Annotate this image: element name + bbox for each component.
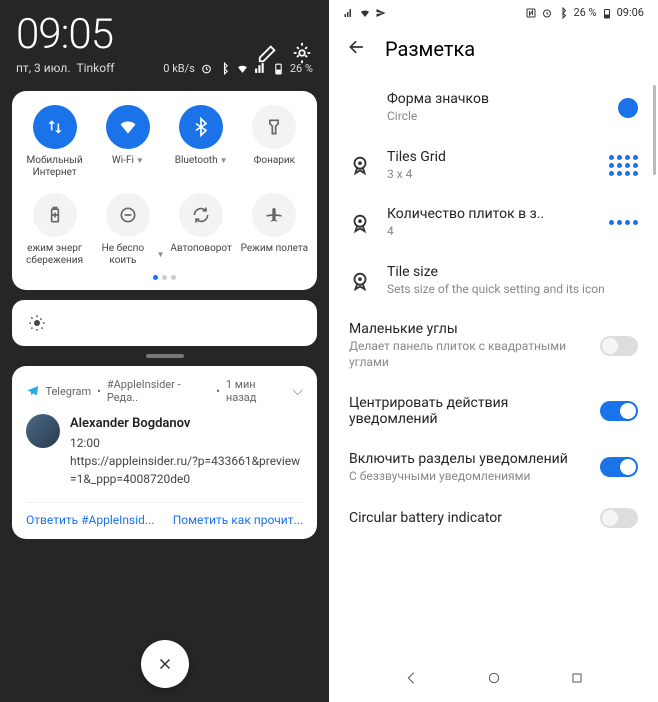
setting-tiles-count[interactable]: Количество плиток в з.. 4 [329,194,658,252]
notification-app: Telegram [45,385,91,398]
alarm-icon [541,7,553,19]
setting-circular-battery[interactable]: Circular battery indicator [329,496,658,532]
settings-header: Разметка [329,23,658,75]
notification-shade: 09:05 пт, 3 июл. Tinkoff 0 kB/s 26 % [0,0,329,702]
navigation-bar [329,658,658,702]
nav-recents-button[interactable] [569,670,585,690]
signal-icon [343,7,355,19]
nav-back-button[interactable] [403,670,419,690]
edit-icon[interactable] [257,42,279,68]
settings-list[interactable]: Форма значков Circle Tiles Grid 3 x 4 Ко… [329,75,658,658]
flashlight-icon [264,117,284,137]
page-indicator [18,275,311,280]
badge-icon [349,154,371,176]
carrier-label: Tinkoff [76,61,114,75]
dnd-icon [118,205,138,225]
grid-preview-icon [609,155,638,176]
setting-center-actions[interactable]: Центрировать действия уведомлений [329,383,658,439]
qs-tile-wifi[interactable]: Wi-Fi▼ [91,105,164,179]
notification-msg-time: 12:00 [70,434,303,452]
brightness-icon [28,314,46,332]
arrow-left-icon [347,37,367,57]
setting-small-corners[interactable]: Маленькие углы Делает панель плиток с кв… [329,309,658,382]
notification-channel: #AppleInsider - Реда.. [107,378,210,404]
badge-icon [349,270,371,292]
alarm-icon [200,62,213,75]
airplane-icon [264,205,284,225]
status-left [343,6,387,19]
setting-tiles-grid[interactable]: Tiles Grid 3 x 4 [329,137,658,195]
chevron-down-icon: ▼ [157,250,165,260]
chevron-down-icon: ▼ [220,156,228,166]
close-icon [156,655,174,673]
status-clock: 09:06 [617,6,644,19]
battery-percent: 26 % [573,6,596,19]
swap-icon [45,117,65,137]
brightness-card[interactable] [12,300,317,346]
chevron-down-icon: ▼ [136,156,144,166]
page-title: Разметка [385,37,475,61]
setting-icon-shape[interactable]: Форма значков Circle [329,79,658,137]
notification-time: 1 мин назад [226,378,287,404]
qs-tile-autorotate[interactable]: Автоповорот [165,193,238,267]
quick-settings-panel: Мобильный Интернет Wi-Fi▼ Bluetooth▼ Фон… [12,91,317,290]
qs-tile-dnd[interactable]: Не беспо коить▼ [91,193,164,267]
setting-enable-sections[interactable]: Включить разделы уведомлений С беззвучны… [329,439,658,497]
gear-icon[interactable] [291,42,313,68]
wifi-status-icon [236,62,249,75]
qs-tile-bluetooth[interactable]: Bluetooth▼ [165,105,238,179]
setting-tile-size[interactable]: Tile size Sets size of the quick setting… [329,252,658,310]
toggle[interactable] [600,457,638,477]
status-right: 26 % 09:06 [525,6,644,19]
rotate-icon [191,205,211,225]
data-rate: 0 kB/s [163,62,195,75]
notification-author: Alexander Bogdanov [70,414,303,434]
date-label: пт, 3 июл. [16,61,71,75]
toggle[interactable] [600,508,638,528]
qs-tile-flashlight[interactable]: Фонарик [238,105,311,179]
back-button[interactable] [347,37,367,61]
qs-tile-mobile-data[interactable]: Мобильный Интернет [18,105,91,179]
wifi-icon [359,7,371,19]
battery-icon [601,7,613,19]
reply-button[interactable]: Ответить #AppleInsid... [26,513,154,527]
bluetooth-icon [191,117,211,137]
notification-body: https://appleinsider.ru/?p=433661&previe… [70,452,303,488]
circle-preview-icon [618,98,638,118]
battery-icon [45,205,65,225]
bluetooth-status-icon [218,62,231,75]
scrollbar[interactable] [653,85,656,175]
close-button[interactable] [141,640,189,688]
toggle[interactable] [600,401,638,421]
row-preview-icon [609,220,638,225]
qs-tile-battery-saver[interactable]: ежим энерг сбережения [18,193,91,267]
qs-tile-airplane[interactable]: Режим полета [238,193,311,267]
mark-read-button[interactable]: Пометить как прочит... [173,513,303,527]
settings-screen: 26 % 09:06 Разметка Форма значков Circle… [329,0,658,702]
drag-handle[interactable] [146,354,184,358]
toggle[interactable] [600,336,638,356]
chevron-down-icon[interactable]: ⌵ [292,383,303,399]
send-icon [375,7,387,19]
bluetooth-icon [557,7,569,19]
telegram-icon [26,384,39,398]
avatar [26,414,60,448]
telegram-notification[interactable]: Telegram • #AppleInsider - Реда.. • 1 ми… [12,366,317,539]
nfc-icon [525,7,537,19]
nav-home-button[interactable] [486,670,502,690]
badge-icon [349,212,371,234]
wifi-icon [118,117,138,137]
